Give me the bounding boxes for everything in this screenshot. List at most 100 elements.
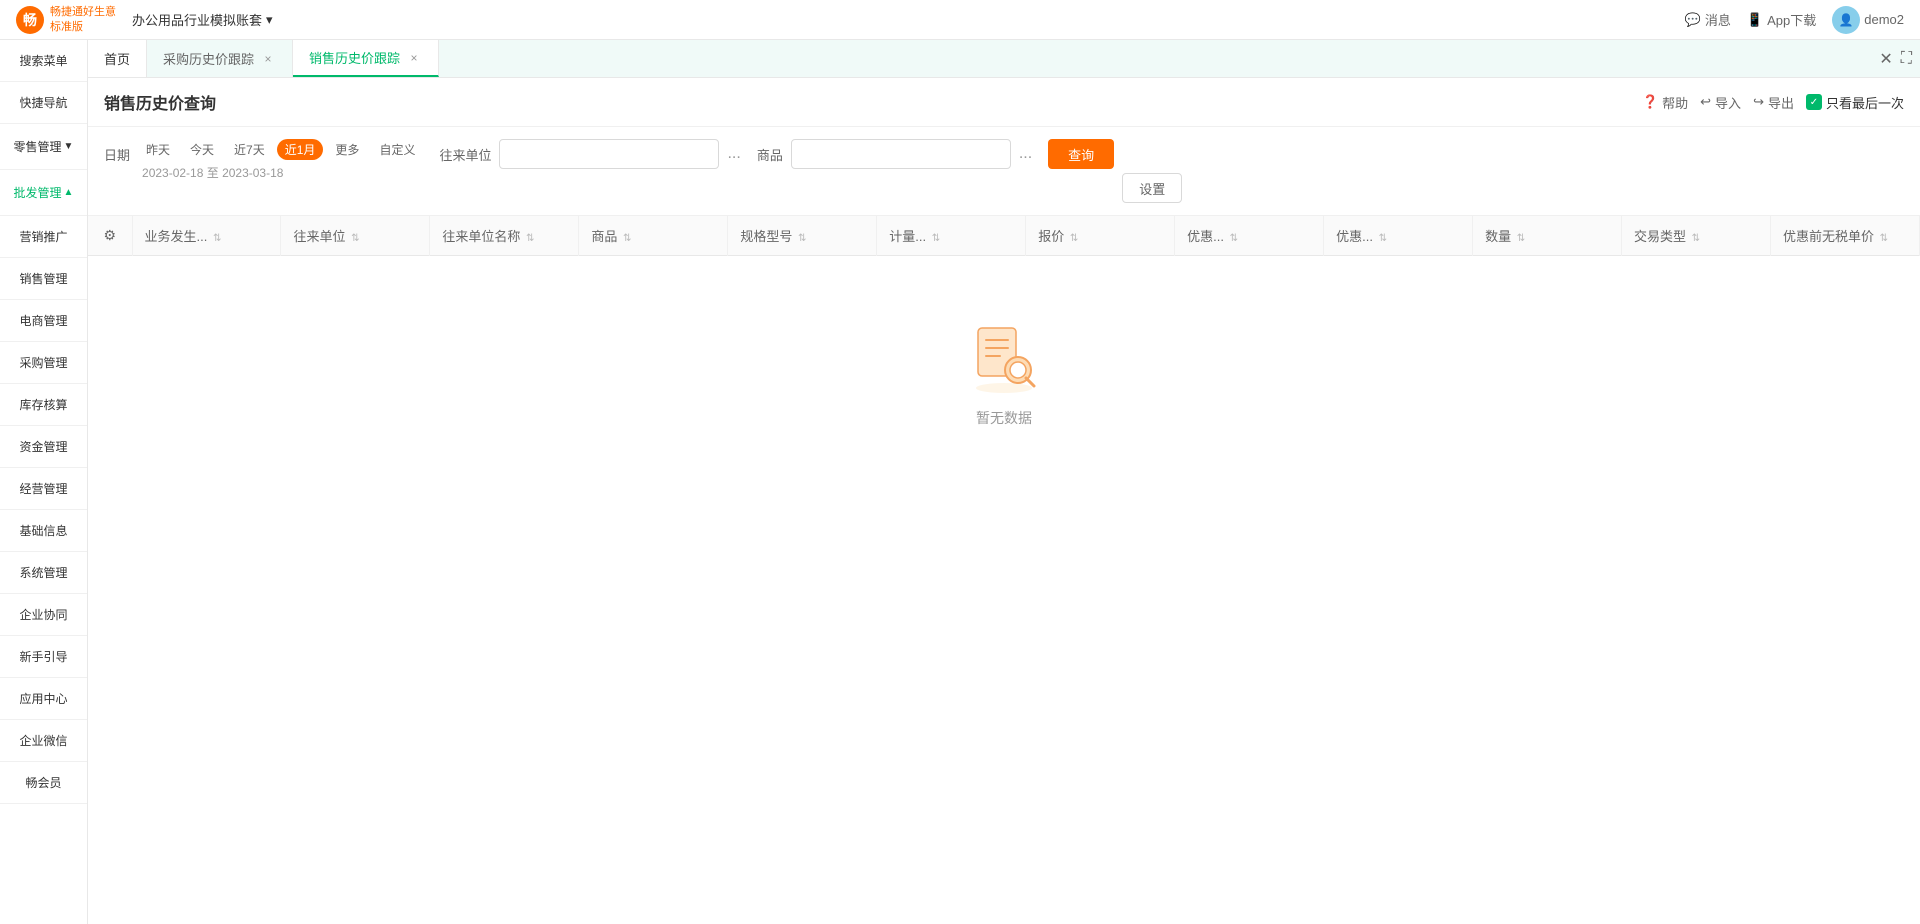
sidebar-item-app-center[interactable]: 应用中心 [0, 678, 87, 720]
maximize-btn[interactable]: ⛶ [1901, 50, 1912, 68]
sidebar-item-system-mgmt[interactable]: 系统管理 [0, 552, 87, 594]
purchase-mgmt-label: 采购管理 [19, 354, 67, 371]
goods-dots[interactable]: ... [1019, 145, 1032, 163]
sort-icon-trade-type: ⇅ [1692, 233, 1700, 244]
sidebar-item-search-menu[interactable]: 搜索菜单 [0, 40, 87, 82]
th-discount1[interactable]: 优惠... ⇅ [1175, 216, 1324, 256]
th-pretax-price-label: 优惠前无税单价 [1783, 229, 1874, 244]
tab-home[interactable]: 首页 [88, 40, 147, 77]
th-partner-code[interactable]: 往来单位 ⇅ [281, 216, 430, 256]
username: demo2 [1864, 12, 1904, 27]
tab-purchase-history[interactable]: 采购历史价跟踪 × [147, 40, 293, 77]
th-price-label: 报价 [1038, 229, 1064, 244]
th-spec-label: 规格型号 [740, 229, 792, 244]
finance-label: 资金管理 [19, 438, 67, 455]
logo-text: 畅捷通好生意 标准版 [50, 5, 116, 34]
filter-bar: 日期 昨天 今天 近7天 近1月 更多 自定义 2023-02-18 至 202… [88, 127, 1920, 216]
tab-sales-history[interactable]: 销售历史价跟踪 × [293, 40, 439, 77]
quick-nav-label: 快捷导航 [19, 94, 67, 111]
th-quantity[interactable]: 数量 ⇅ [1473, 216, 1622, 256]
search-button[interactable]: 查询 [1048, 139, 1114, 169]
content-area: 首页 采购历史价跟踪 × 销售历史价跟踪 × ✕ ⛶ 销售历史价查询 [88, 40, 1920, 924]
sidebar-item-business-mgmt[interactable]: 经营管理 [0, 468, 87, 510]
wholesale-mgmt-label: 批发管理 [14, 184, 62, 201]
message-btn[interactable]: 💬 消息 [1685, 10, 1731, 29]
sidebar-item-inventory[interactable]: 库存核算 [0, 384, 87, 426]
marketing-label: 营销推广 [19, 228, 67, 245]
page-header-actions: ❓ 帮助 ↩ 导入 ↪ 导出 ✓ 只看最后一次 [1642, 93, 1904, 124]
th-spec[interactable]: 规格型号 ⇅ [728, 216, 877, 256]
sidebar-item-enterprise[interactable]: 企业协同 [0, 594, 87, 636]
inventory-label: 库存核算 [19, 396, 67, 413]
sort-icon-partner-code: ⇅ [351, 233, 359, 244]
tab-sales-history-close[interactable]: × [406, 50, 422, 66]
basic-info-label: 基础信息 [19, 522, 67, 539]
sidebar-item-purchase-mgmt[interactable]: 采购管理 [0, 342, 87, 384]
goods-filter-group: 商品 ... [757, 139, 1032, 169]
only-last-label: 只看最后一次 [1826, 93, 1904, 112]
checkbox-checked-icon: ✓ [1806, 94, 1822, 110]
sort-icon-goods: ⇅ [623, 233, 631, 244]
main-layout: 搜索菜单 快捷导航 零售管理 ▼ 批发管理 ▲ 营销推广 销售管理 电商管理 采… [0, 40, 1920, 924]
sidebar-item-ecom-mgmt[interactable]: 电商管理 [0, 300, 87, 342]
date-btn-last1m[interactable]: 近1月 [277, 139, 324, 160]
sidebar-item-sales-mgmt[interactable]: 销售管理 [0, 258, 87, 300]
user-area[interactable]: 👤 demo2 [1832, 6, 1904, 34]
date-btn-today[interactable]: 今天 [182, 139, 222, 160]
sidebar-item-enterprise-wechat[interactable]: 企业微信 [0, 720, 87, 762]
help-btn[interactable]: ❓ 帮助 [1642, 93, 1688, 112]
goods-input[interactable] [791, 139, 1011, 169]
close-window-btn[interactable]: ✕ [1879, 49, 1892, 69]
date-btn-yesterday[interactable]: 昨天 [138, 139, 178, 160]
export-btn[interactable]: ↪ 导出 [1753, 93, 1794, 112]
tab-bar: 首页 采购历史价跟踪 × 销售历史价跟踪 × ✕ ⛶ [88, 40, 1920, 78]
import-btn[interactable]: ↩ 导入 [1700, 93, 1741, 112]
page-title: 销售历史价查询 [104, 90, 216, 126]
sidebar-item-basic-info[interactable]: 基础信息 [0, 510, 87, 552]
th-unit[interactable]: 计量... ⇅ [877, 216, 1026, 256]
sidebar-item-membership[interactable]: 畅会员 [0, 762, 87, 804]
sidebar-item-guide[interactable]: 新手引导 [0, 636, 87, 678]
date-filter-group: 日期 昨天 今天 近7天 近1月 更多 自定义 2023-02-18 至 202… [104, 139, 423, 181]
th-pretax-price[interactable]: 优惠前无税单价 ⇅ [1770, 216, 1919, 256]
filter-actions: 查询 设置 [1048, 139, 1182, 203]
th-trade-type[interactable]: 交易类型 ⇅ [1622, 216, 1771, 256]
sidebar-item-retail-mgmt[interactable]: 零售管理 ▼ [0, 124, 87, 170]
app-download-btn[interactable]: 📱 App下载 [1747, 10, 1816, 29]
sidebar-item-finance[interactable]: 资金管理 [0, 426, 87, 468]
settings-button[interactable]: 设置 [1122, 173, 1182, 203]
company-selector[interactable]: 办公用品行业模拟账套 ▾ [124, 6, 281, 33]
th-discount2-label: 优惠... [1336, 229, 1373, 244]
th-biz-date[interactable]: 业务发生... ⇅ [132, 216, 281, 256]
partner-input[interactable] [499, 139, 719, 169]
tab-sales-history-label: 销售历史价跟踪 [309, 48, 400, 67]
only-last-checkbox[interactable]: ✓ 只看最后一次 [1806, 93, 1904, 112]
th-discount2[interactable]: 优惠... ⇅ [1324, 216, 1473, 256]
th-goods[interactable]: 商品 ⇅ [579, 216, 728, 256]
system-mgmt-label: 系统管理 [19, 564, 67, 581]
sort-icon-spec: ⇅ [798, 233, 806, 244]
sidebar-item-marketing[interactable]: 营销推广 [0, 216, 87, 258]
partner-dots[interactable]: ... [727, 145, 740, 163]
date-btn-last7[interactable]: 近7天 [226, 139, 273, 160]
th-gear[interactable]: ⚙ [88, 216, 132, 256]
sidebar-item-wholesale-mgmt[interactable]: 批发管理 ▲ [0, 170, 87, 216]
sidebar-item-quick-nav[interactable]: 快捷导航 [0, 82, 87, 124]
sidebar: 搜索菜单 快捷导航 零售管理 ▼ 批发管理 ▲ 营销推广 销售管理 电商管理 采… [0, 40, 88, 924]
search-menu-label: 搜索菜单 [19, 52, 67, 69]
date-btn-more[interactable]: 更多 [327, 139, 367, 160]
sort-icon-discount2: ⇅ [1379, 233, 1387, 244]
retail-mgmt-label: 零售管理 [14, 138, 62, 155]
th-price[interactable]: 报价 ⇅ [1026, 216, 1175, 256]
date-btn-custom[interactable]: 自定义 [371, 139, 423, 160]
tab-purchase-history-close[interactable]: × [260, 51, 276, 67]
data-table: ⚙ 业务发生... ⇅ 往来单位 ⇅ 往来单位名称 ⇅ [88, 216, 1920, 256]
top-bar-right: 💬 消息 📱 App下载 👤 demo2 [1685, 6, 1904, 34]
th-partner-code-label: 往来单位 [293, 229, 345, 244]
logo-icon: 畅 [16, 6, 44, 34]
import-label: 导入 [1715, 93, 1741, 112]
app-center-label: 应用中心 [19, 690, 67, 707]
th-partner-name[interactable]: 往来单位名称 ⇅ [430, 216, 579, 256]
retail-mgmt-arrow: ▼ [64, 141, 74, 152]
table-header-row: ⚙ 业务发生... ⇅ 往来单位 ⇅ 往来单位名称 ⇅ [88, 216, 1920, 256]
